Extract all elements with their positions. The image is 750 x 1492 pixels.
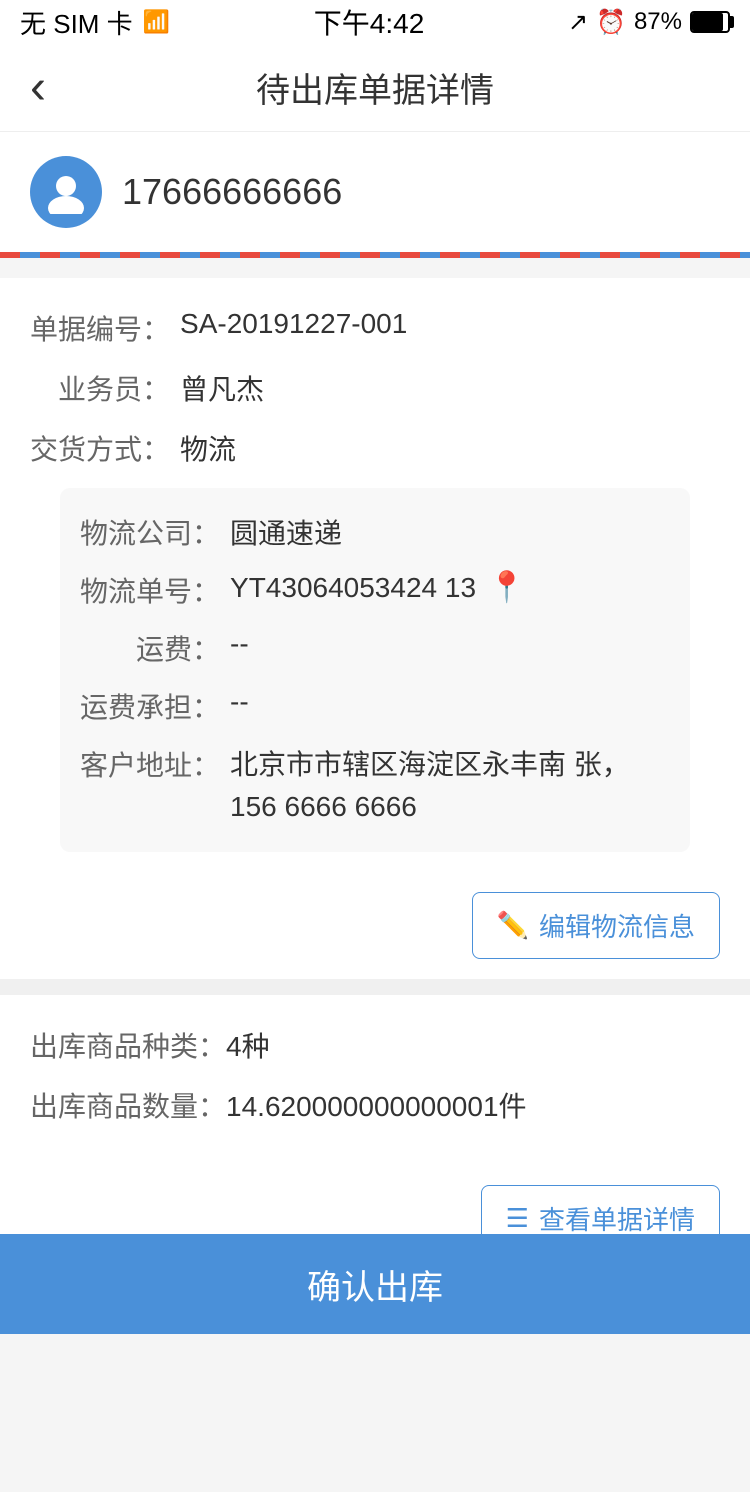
nav-bar: ‹ 待出库单据详情: [0, 44, 750, 132]
avatar: [30, 156, 102, 228]
goods-quantity-row: 出库商品数量： 14.620000000000001件: [30, 1085, 720, 1125]
logistics-tracking-label: 物流单号：: [80, 570, 220, 610]
status-bar: 无 SIM 卡 📶 下午4:42 ↗ ⏰ 87%: [0, 0, 750, 44]
order-number-row: 单据编号： SA-20191227-001: [30, 308, 720, 348]
dashed-divider: [0, 252, 750, 258]
logistics-address-value: 北京市市辖区海淀区永丰南 张，156 6666 6666: [230, 744, 670, 828]
logistics-address-label: 客户地址：: [80, 744, 220, 784]
avatar-icon: [44, 170, 88, 214]
order-info-section: 单据编号： SA-20191227-001 业务员： 曾凡杰 交货方式： 物流 …: [0, 278, 750, 872]
status-left: 无 SIM 卡 📶: [20, 4, 170, 41]
delivery-method-row: 交货方式： 物流: [30, 428, 720, 468]
back-button[interactable]: ‹: [30, 60, 46, 115]
status-right: ↗ ⏰ 87%: [568, 8, 730, 37]
map-pin-icon[interactable]: 📍: [488, 570, 525, 605]
wifi-icon: 📶: [143, 9, 170, 35]
customer-phone: 17666666666: [122, 171, 342, 213]
logistics-freight-bearer-label: 运费承担：: [80, 686, 220, 726]
list-icon: ☰: [506, 1203, 529, 1234]
goods-section: 出库商品种类： 4种 出库商品数量： 14.620000000000001件: [0, 995, 750, 1165]
logistics-company-label: 物流公司：: [80, 512, 220, 552]
logistics-freight-value: --: [230, 628, 670, 660]
edit-logistics-button[interactable]: ✏️ 编辑物流信息: [472, 892, 720, 959]
salesperson-label: 业务员：: [30, 368, 170, 408]
logistics-tracking-row: 物流单号： YT43064053424 13 📍: [80, 570, 670, 610]
salesperson-row: 业务员： 曾凡杰: [30, 368, 720, 408]
logistics-company-row: 物流公司： 圆通速递: [80, 512, 670, 552]
customer-header: 17666666666: [0, 132, 750, 252]
delivery-method-label: 交货方式：: [30, 428, 170, 468]
confirm-button-label: 确认出库: [307, 1260, 443, 1309]
order-number-value: SA-20191227-001: [180, 308, 720, 340]
logistics-freight-bearer-row: 运费承担： --: [80, 686, 670, 726]
logistics-freight-label: 运费：: [80, 628, 220, 668]
goods-quantity-value: 14.620000000000001件: [226, 1085, 720, 1125]
carrier-text: 无 SIM 卡: [20, 4, 133, 41]
edit-icon: ✏️: [497, 910, 529, 941]
logistics-tracking-value: YT43064053424 13 📍: [230, 570, 670, 605]
logistics-freight-bearer-value: --: [230, 686, 670, 718]
delivery-method-value: 物流: [180, 428, 720, 468]
logistics-card: 物流公司： 圆通速递 物流单号： YT43064053424 13 📍 运费： …: [60, 488, 690, 852]
goods-types-value: 4种: [226, 1025, 720, 1065]
section-separator-1: [0, 979, 750, 995]
logistics-freight-row: 运费： --: [80, 628, 670, 668]
alarm-icon: ⏰: [596, 8, 626, 37]
salesperson-value: 曾凡杰: [180, 368, 720, 408]
order-number-label: 单据编号：: [30, 308, 170, 348]
location-icon: ↗: [568, 8, 588, 37]
logistics-company-value: 圆通速递: [230, 512, 670, 552]
confirm-button-bar[interactable]: 确认出库: [0, 1234, 750, 1334]
edit-logistics-label: 编辑物流信息: [539, 907, 695, 944]
status-time: 下午4:42: [314, 2, 425, 42]
battery-icon: [690, 11, 730, 33]
battery-text: 87%: [634, 8, 682, 36]
goods-types-label: 出库商品种类：: [30, 1025, 226, 1065]
goods-types-row: 出库商品种类： 4种: [30, 1025, 720, 1065]
view-detail-label: 查看单据详情: [539, 1200, 695, 1237]
edit-logistics-row: ✏️ 编辑物流信息: [0, 872, 750, 979]
page-title: 待出库单据详情: [256, 63, 494, 112]
goods-quantity-label: 出库商品数量：: [30, 1085, 226, 1125]
logistics-address-row: 客户地址： 北京市市辖区海淀区永丰南 张，156 6666 6666: [80, 744, 670, 828]
